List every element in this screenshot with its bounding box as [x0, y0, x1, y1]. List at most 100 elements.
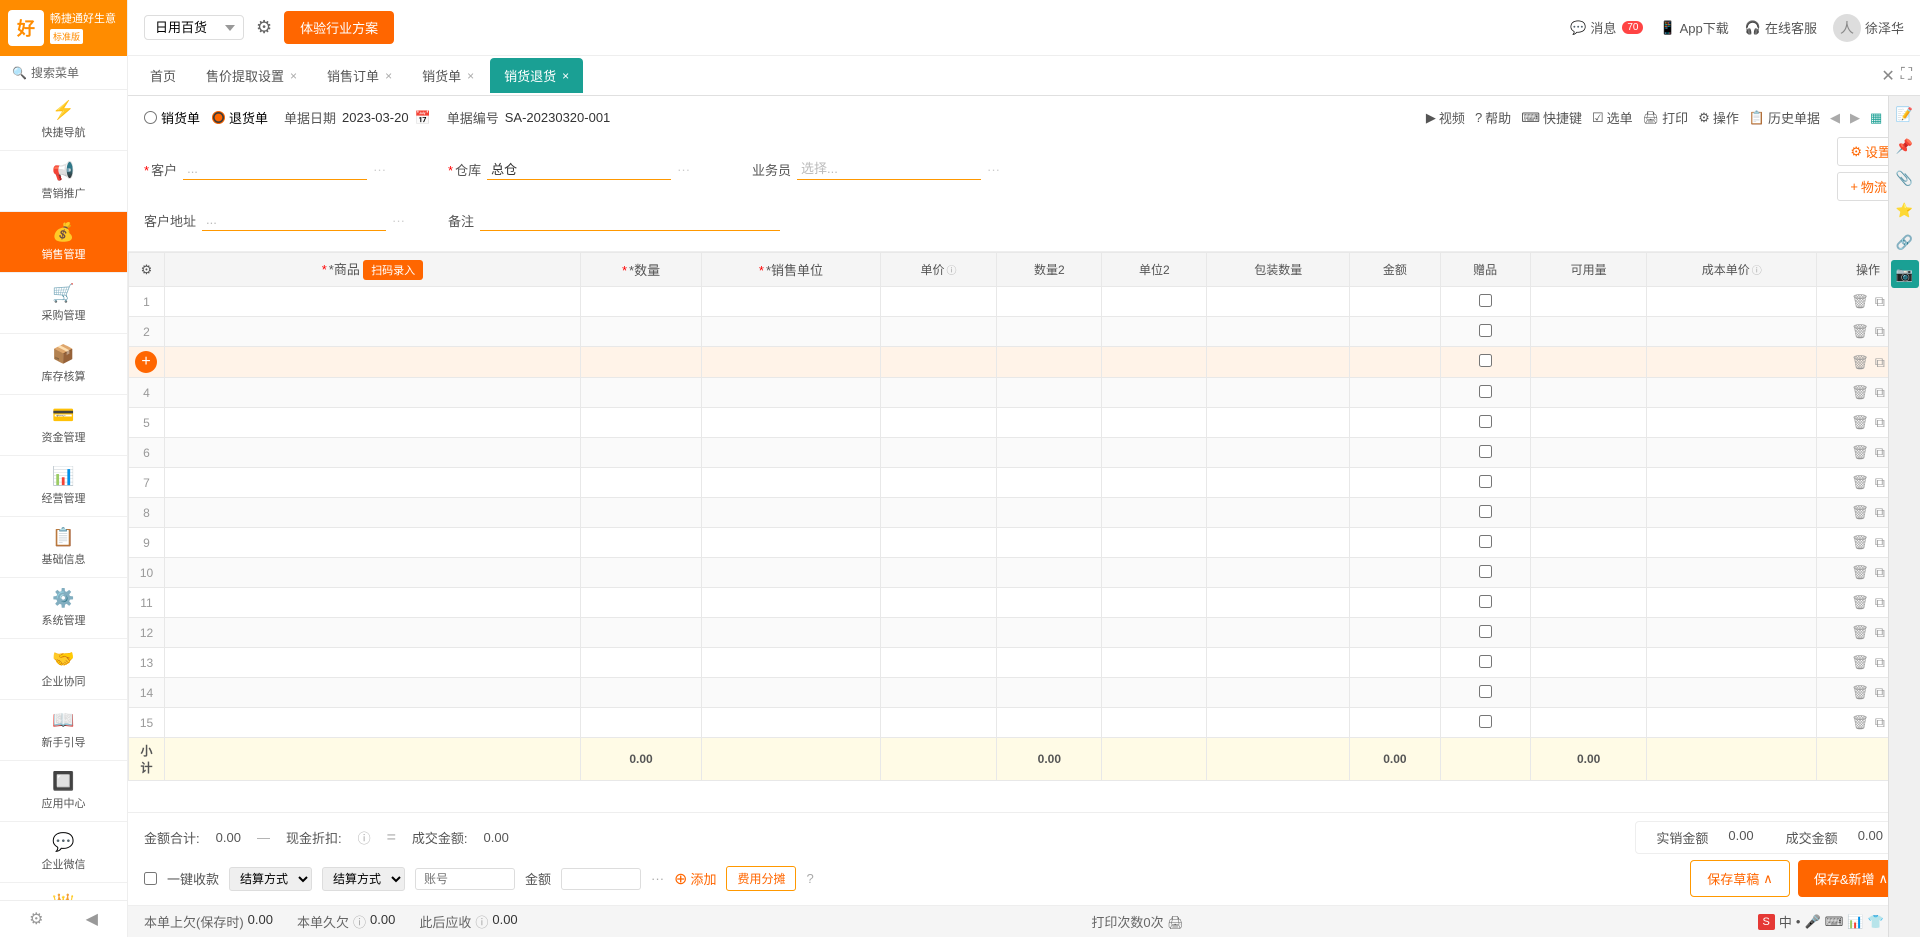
pkg-qty-cell-12[interactable]: [1207, 618, 1350, 648]
sidebar-item-guide[interactable]: 📖 新手引导: [0, 700, 127, 761]
qty2-cell-8[interactable]: [997, 498, 1102, 528]
sidebar-item-operations[interactable]: 📊 经营管理: [0, 456, 127, 517]
gift-cell-6[interactable]: [1440, 438, 1530, 468]
cost-price-cell-2[interactable]: [1647, 317, 1816, 347]
qty2-cell-11[interactable]: [997, 588, 1102, 618]
address-input[interactable]: [202, 209, 386, 231]
gift-checkbox-10[interactable]: [1479, 565, 1492, 578]
gift-checkbox-7[interactable]: [1479, 475, 1492, 488]
qty-cell-4[interactable]: [580, 378, 701, 408]
qty-cell-10[interactable]: [580, 558, 701, 588]
cost-price-cell-7[interactable]: [1647, 468, 1816, 498]
unit2-cell-10[interactable]: [1102, 558, 1207, 588]
pkg-qty-cell-3[interactable]: [1207, 347, 1350, 378]
unit-cell-3[interactable]: [702, 347, 881, 378]
unit-cell-11[interactable]: [702, 588, 881, 618]
gift-checkbox-12[interactable]: [1479, 625, 1492, 638]
qty-cell-13[interactable]: [580, 648, 701, 678]
cost-price-cell-4[interactable]: [1647, 378, 1816, 408]
available-cell-13[interactable]: [1530, 648, 1647, 678]
unit2-cell-6[interactable]: [1102, 438, 1207, 468]
cost-price-cell-14[interactable]: [1647, 678, 1816, 708]
product-cell-9[interactable]: [165, 528, 581, 558]
unit2-cell-8[interactable]: [1102, 498, 1207, 528]
th-settings[interactable]: ⚙: [129, 253, 165, 287]
price-cell-15[interactable]: [880, 708, 997, 738]
qty2-cell-12[interactable]: [997, 618, 1102, 648]
gift-checkbox-9[interactable]: [1479, 535, 1492, 548]
tab-sales-order[interactable]: 销售订单 ×: [313, 58, 406, 93]
gift-cell-7[interactable]: [1440, 468, 1530, 498]
available-cell-3[interactable]: [1530, 347, 1647, 378]
qty-cell-6[interactable]: [580, 438, 701, 468]
price-cell-3[interactable]: [880, 347, 997, 378]
price-cell-14[interactable]: [880, 678, 997, 708]
unit2-cell-13[interactable]: [1102, 648, 1207, 678]
gift-cell-14[interactable]: [1440, 678, 1530, 708]
price-cell-10[interactable]: [880, 558, 997, 588]
qty-cell-11[interactable]: [580, 588, 701, 618]
address-dots[interactable]: ···: [392, 213, 405, 228]
delete-row-btn-3[interactable]: 🗑: [1851, 354, 1869, 371]
qty-cell-15[interactable]: [580, 708, 701, 738]
date-value[interactable]: 2023-03-20: [342, 110, 409, 125]
gift-cell-8[interactable]: [1440, 498, 1530, 528]
cash-discount-info[interactable]: ⓘ: [358, 828, 371, 847]
amount-cell-14[interactable]: [1350, 678, 1440, 708]
pkg-qty-cell-8[interactable]: [1207, 498, 1350, 528]
unit2-cell-1[interactable]: [1102, 287, 1207, 317]
copy-row-btn-9[interactable]: ⧉: [1875, 534, 1885, 551]
product-cell-3[interactable]: [165, 347, 581, 378]
cost-price-cell-8[interactable]: [1647, 498, 1816, 528]
gift-checkbox-13[interactable]: [1479, 655, 1492, 668]
unit2-cell-12[interactable]: [1102, 618, 1207, 648]
nav-next-btn[interactable]: ▶: [1850, 110, 1860, 126]
qty2-cell-7[interactable]: [997, 468, 1102, 498]
product-cell-11[interactable]: [165, 588, 581, 618]
user-profile[interactable]: 人 徐泽华: [1833, 14, 1904, 42]
available-cell-6[interactable]: [1530, 438, 1647, 468]
cost-price-cell-10[interactable]: [1647, 558, 1816, 588]
add-row-btn[interactable]: +: [135, 351, 157, 373]
product-cell-15[interactable]: [165, 708, 581, 738]
price-cell-7[interactable]: [880, 468, 997, 498]
copy-row-btn-14[interactable]: ⧉: [1875, 684, 1885, 701]
copy-row-btn-8[interactable]: ⧉: [1875, 504, 1885, 521]
product-cell-7[interactable]: [165, 468, 581, 498]
delete-row-btn-8[interactable]: 🗑: [1851, 504, 1869, 521]
tab-sales-return[interactable]: 销货退货 ×: [490, 58, 583, 93]
product-cell-12[interactable]: [165, 618, 581, 648]
gift-cell-3[interactable]: [1440, 347, 1530, 378]
payment-amount-input[interactable]: [561, 868, 641, 890]
cost-price-cell-6[interactable]: [1647, 438, 1816, 468]
sidebar-item-basics[interactable]: 📋 基础信息: [0, 517, 127, 578]
copy-row-btn-10[interactable]: ⧉: [1875, 564, 1885, 581]
amount-cell-8[interactable]: [1350, 498, 1440, 528]
unit-cell-15[interactable]: [702, 708, 881, 738]
gift-checkbox-6[interactable]: [1479, 445, 1492, 458]
available-cell-2[interactable]: [1530, 317, 1647, 347]
unit-cell-5[interactable]: [702, 408, 881, 438]
warehouse-dots[interactable]: ···: [677, 162, 690, 177]
available-cell-14[interactable]: [1530, 678, 1647, 708]
unit-cell-1[interactable]: [702, 287, 881, 317]
gift-checkbox-8[interactable]: [1479, 505, 1492, 518]
account-input[interactable]: [415, 868, 515, 890]
copy-row-btn-13[interactable]: ⧉: [1875, 654, 1885, 671]
price-cell-12[interactable]: [880, 618, 997, 648]
amount-cell-1[interactable]: [1350, 287, 1440, 317]
radio-return[interactable]: 退货单: [212, 108, 268, 127]
gift-cell-12[interactable]: [1440, 618, 1530, 648]
qty-cell-3[interactable]: [580, 347, 701, 378]
customer-dots[interactable]: ···: [373, 162, 386, 177]
pkg-qty-cell-2[interactable]: [1207, 317, 1350, 347]
unit-cell-12[interactable]: [702, 618, 881, 648]
calc-method-select[interactable]: 结算方式: [229, 867, 312, 891]
unit-cell-6[interactable]: [702, 438, 881, 468]
qty-cell-14[interactable]: [580, 678, 701, 708]
industry-select[interactable]: 日用百货: [144, 15, 244, 40]
right-panel-btn3[interactable]: 📎: [1891, 164, 1919, 192]
copy-row-btn-15[interactable]: ⧉: [1875, 714, 1885, 731]
price-cell-4[interactable]: [880, 378, 997, 408]
available-cell-4[interactable]: [1530, 378, 1647, 408]
